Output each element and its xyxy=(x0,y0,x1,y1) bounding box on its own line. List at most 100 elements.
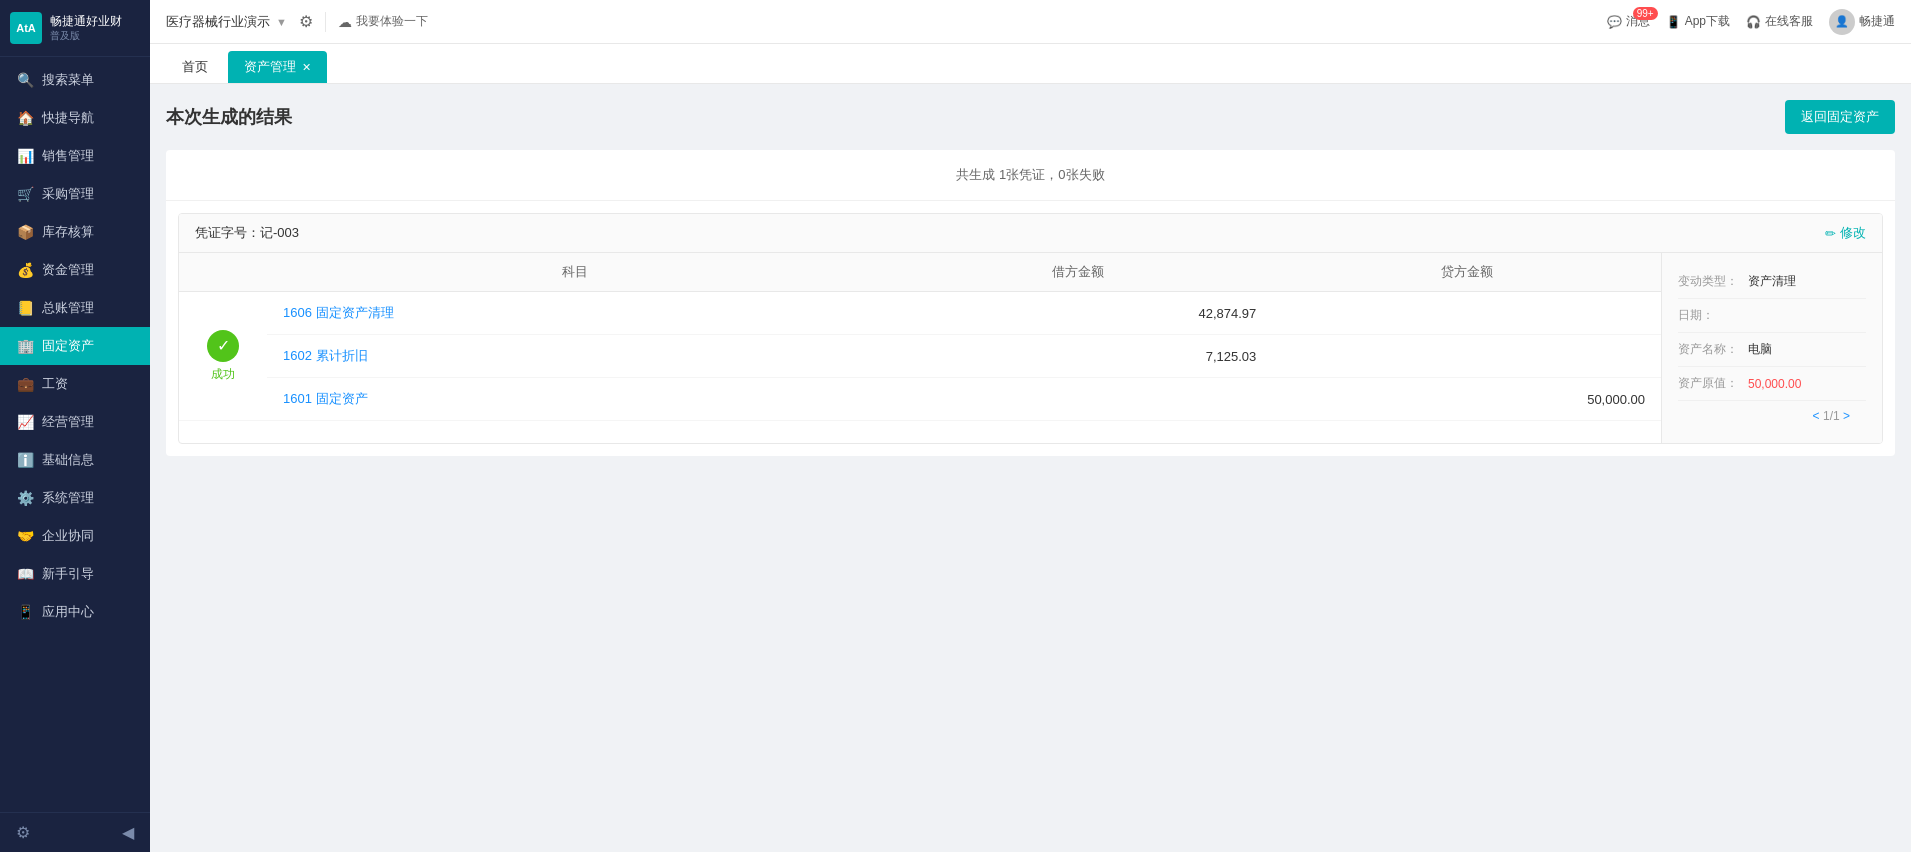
app-download-button[interactable]: 📱 App下载 xyxy=(1666,13,1730,30)
gear-icon[interactable]: ⚙ xyxy=(299,12,313,31)
debit-cell: 42,874.97 xyxy=(884,292,1273,335)
finance-icon: 💰 xyxy=(16,261,34,279)
settings-icon[interactable]: ⚙ xyxy=(16,823,30,842)
sidebar-label-operations: 经营管理 xyxy=(42,413,94,431)
sidebar-label-basic: 基础信息 xyxy=(42,451,94,469)
sidebar-logo: AtA 畅捷通好业财 普及版 xyxy=(0,0,150,57)
inventory-icon: 📦 xyxy=(16,223,34,241)
debit-cell xyxy=(884,378,1273,421)
avatar-icon: 👤 xyxy=(1835,15,1849,28)
sidebar-label-inventory: 库存核算 xyxy=(42,223,94,241)
sidebar-label-sales: 销售管理 xyxy=(42,147,94,165)
company-name: 医疗器械行业演示 xyxy=(166,13,270,31)
sales-icon: 📊 xyxy=(16,147,34,165)
return-fixed-assets-button[interactable]: 返回固定资产 xyxy=(1785,100,1895,134)
experience-button[interactable]: ☁ 我要体验一下 xyxy=(338,13,428,30)
sidebar-item-enterprise[interactable]: 🤝 企业协同 xyxy=(0,517,150,555)
logo-icon: AtA xyxy=(10,12,42,44)
sidebar-item-inventory[interactable]: 📦 库存核算 xyxy=(0,213,150,251)
sidebar-item-fixedassets[interactable]: 🏢 固定资产 xyxy=(0,327,150,365)
table-row: ✓ 成功 1606 固定资产清理42,874.97 xyxy=(179,292,1661,335)
credit-cell: 50,000.00 xyxy=(1272,378,1661,421)
operations-icon: 📈 xyxy=(16,413,34,431)
info-original-value: 资产原值： 50,000.00 xyxy=(1678,367,1866,401)
next-page-button[interactable]: > xyxy=(1843,409,1850,423)
logo-text: 畅捷通好业财 xyxy=(50,13,122,30)
sidebar-item-search[interactable]: 🔍 搜索菜单 xyxy=(0,61,150,99)
sidebar-item-appcenter[interactable]: 📱 应用中心 xyxy=(0,593,150,631)
voucher-number: 凭证字号：记-003 xyxy=(195,224,299,242)
collapse-icon[interactable]: ◀ xyxy=(122,823,134,842)
online-service-button[interactable]: 🎧 在线客服 xyxy=(1746,13,1813,30)
debit-cell: 7,125.03 xyxy=(884,335,1273,378)
original-value-value: 50,000.00 xyxy=(1748,377,1801,391)
result-summary: 共生成 1张凭证，0张失败 xyxy=(166,150,1895,201)
main-content: 医疗器械行业演示 ▼ ⚙ ☁ 我要体验一下 💬 消息 99+ 📱 App下载 🎧… xyxy=(150,0,1911,852)
table-row: 1601 固定资产50,000.00 xyxy=(179,378,1661,421)
sidebar-item-quicknav[interactable]: 🏠 快捷导航 xyxy=(0,99,150,137)
sidebar-item-sales[interactable]: 📊 销售管理 xyxy=(0,137,150,175)
edit-icon: ✏ xyxy=(1825,226,1836,241)
voucher-header: 凭证字号：记-003 ✏ 修改 xyxy=(179,214,1882,253)
result-card: 共生成 1张凭证，0张失败 凭证字号：记-003 ✏ 修改 xyxy=(166,150,1895,456)
company-selector[interactable]: 医疗器械行业演示 ▼ xyxy=(166,13,287,31)
table-row: 1602 累计折旧7,125.03 xyxy=(179,335,1661,378)
sidebar-bottom: ⚙ ◀ xyxy=(0,812,150,852)
success-circle: ✓ xyxy=(207,330,239,362)
tab-home[interactable]: 首页 xyxy=(166,51,224,83)
asset-name-value: 电脑 xyxy=(1748,341,1772,358)
basic-icon: ℹ️ xyxy=(16,451,34,469)
user-name: 畅捷通 xyxy=(1859,13,1895,30)
sidebar-menu: 🔍 搜索菜单 🏠 快捷导航 📊 销售管理 🛒 采购管理 📦 库存核算 💰 资金管… xyxy=(0,57,150,812)
sidebar-item-finance[interactable]: 💰 资金管理 xyxy=(0,251,150,289)
sidebar-item-purchase[interactable]: 🛒 采购管理 xyxy=(0,175,150,213)
user-menu[interactable]: 👤 畅捷通 xyxy=(1829,9,1895,35)
sidebar-item-guide[interactable]: 📖 新手引导 xyxy=(0,555,150,593)
tab-assets-label: 资产管理 xyxy=(244,58,296,76)
page-title: 本次生成的结果 xyxy=(166,105,292,129)
original-value-label: 资产原值： xyxy=(1678,375,1748,392)
table-col-subject: 科目 xyxy=(267,253,884,292)
payroll-icon: 💼 xyxy=(16,375,34,393)
change-type-label: 变动类型： xyxy=(1678,273,1748,290)
voucher-block: 凭证字号：记-003 ✏ 修改 科目 xyxy=(178,213,1883,444)
sidebar-item-system[interactable]: ⚙️ 系统管理 xyxy=(0,479,150,517)
close-icon[interactable]: ✕ xyxy=(302,61,311,74)
voucher-info-panel: 变动类型： 资产清理 日期： 资产名称： 电脑 资产原值： xyxy=(1662,253,1882,443)
prev-page-button[interactable]: < xyxy=(1813,409,1820,423)
page-indicator: 1/1 xyxy=(1820,409,1843,423)
table-col-debit: 借方金额 xyxy=(884,253,1273,292)
sidebar-item-operations[interactable]: 📈 经营管理 xyxy=(0,403,150,441)
sidebar-label-appcenter: 应用中心 xyxy=(42,603,94,621)
pagination: < 1/1 > xyxy=(1678,401,1866,431)
message-icon: 💬 xyxy=(1607,15,1622,29)
top-header: 医疗器械行业演示 ▼ ⚙ ☁ 我要体验一下 💬 消息 99+ 📱 App下载 🎧… xyxy=(150,0,1911,44)
avatar: 👤 xyxy=(1829,9,1855,35)
sidebar-label-finance: 资金管理 xyxy=(42,261,94,279)
voucher-content: 科目 借方金额 贷方金额 ✓ 成功 1606 固定资产清理42,874.9716… xyxy=(179,253,1882,443)
sidebar-label-ledger: 总账管理 xyxy=(42,299,94,317)
ledger-icon: 📒 xyxy=(16,299,34,317)
headset-icon: 🎧 xyxy=(1746,15,1761,29)
info-date: 日期： xyxy=(1678,299,1866,333)
date-label: 日期： xyxy=(1678,307,1748,324)
subject-cell: 1602 累计折旧 xyxy=(267,335,884,378)
guide-icon: 📖 xyxy=(16,565,34,583)
sidebar-item-payroll[interactable]: 💼 工资 xyxy=(0,365,150,403)
credit-cell xyxy=(1272,335,1661,378)
page-content: 本次生成的结果 返回固定资产 共生成 1张凭证，0张失败 凭证字号：记-003 … xyxy=(150,84,1911,852)
sidebar-item-ledger[interactable]: 📒 总账管理 xyxy=(0,289,150,327)
sidebar-label-enterprise: 企业协同 xyxy=(42,527,94,545)
divider xyxy=(325,12,326,32)
message-button[interactable]: 💬 消息 99+ xyxy=(1607,13,1650,30)
sidebar-label-search: 搜索菜单 xyxy=(42,71,94,89)
table-col-status xyxy=(179,253,267,292)
sidebar-label-fixedassets: 固定资产 xyxy=(42,337,94,355)
asset-name-label: 资产名称： xyxy=(1678,341,1748,358)
tab-assets[interactable]: 资产管理 ✕ xyxy=(228,51,327,83)
logo-edition: 普及版 xyxy=(50,29,122,43)
voucher-edit-button[interactable]: ✏ 修改 xyxy=(1825,224,1866,242)
download-icon: 📱 xyxy=(1666,15,1681,29)
subject-cell: 1606 固定资产清理 xyxy=(267,292,884,335)
sidebar-item-basic[interactable]: ℹ️ 基础信息 xyxy=(0,441,150,479)
